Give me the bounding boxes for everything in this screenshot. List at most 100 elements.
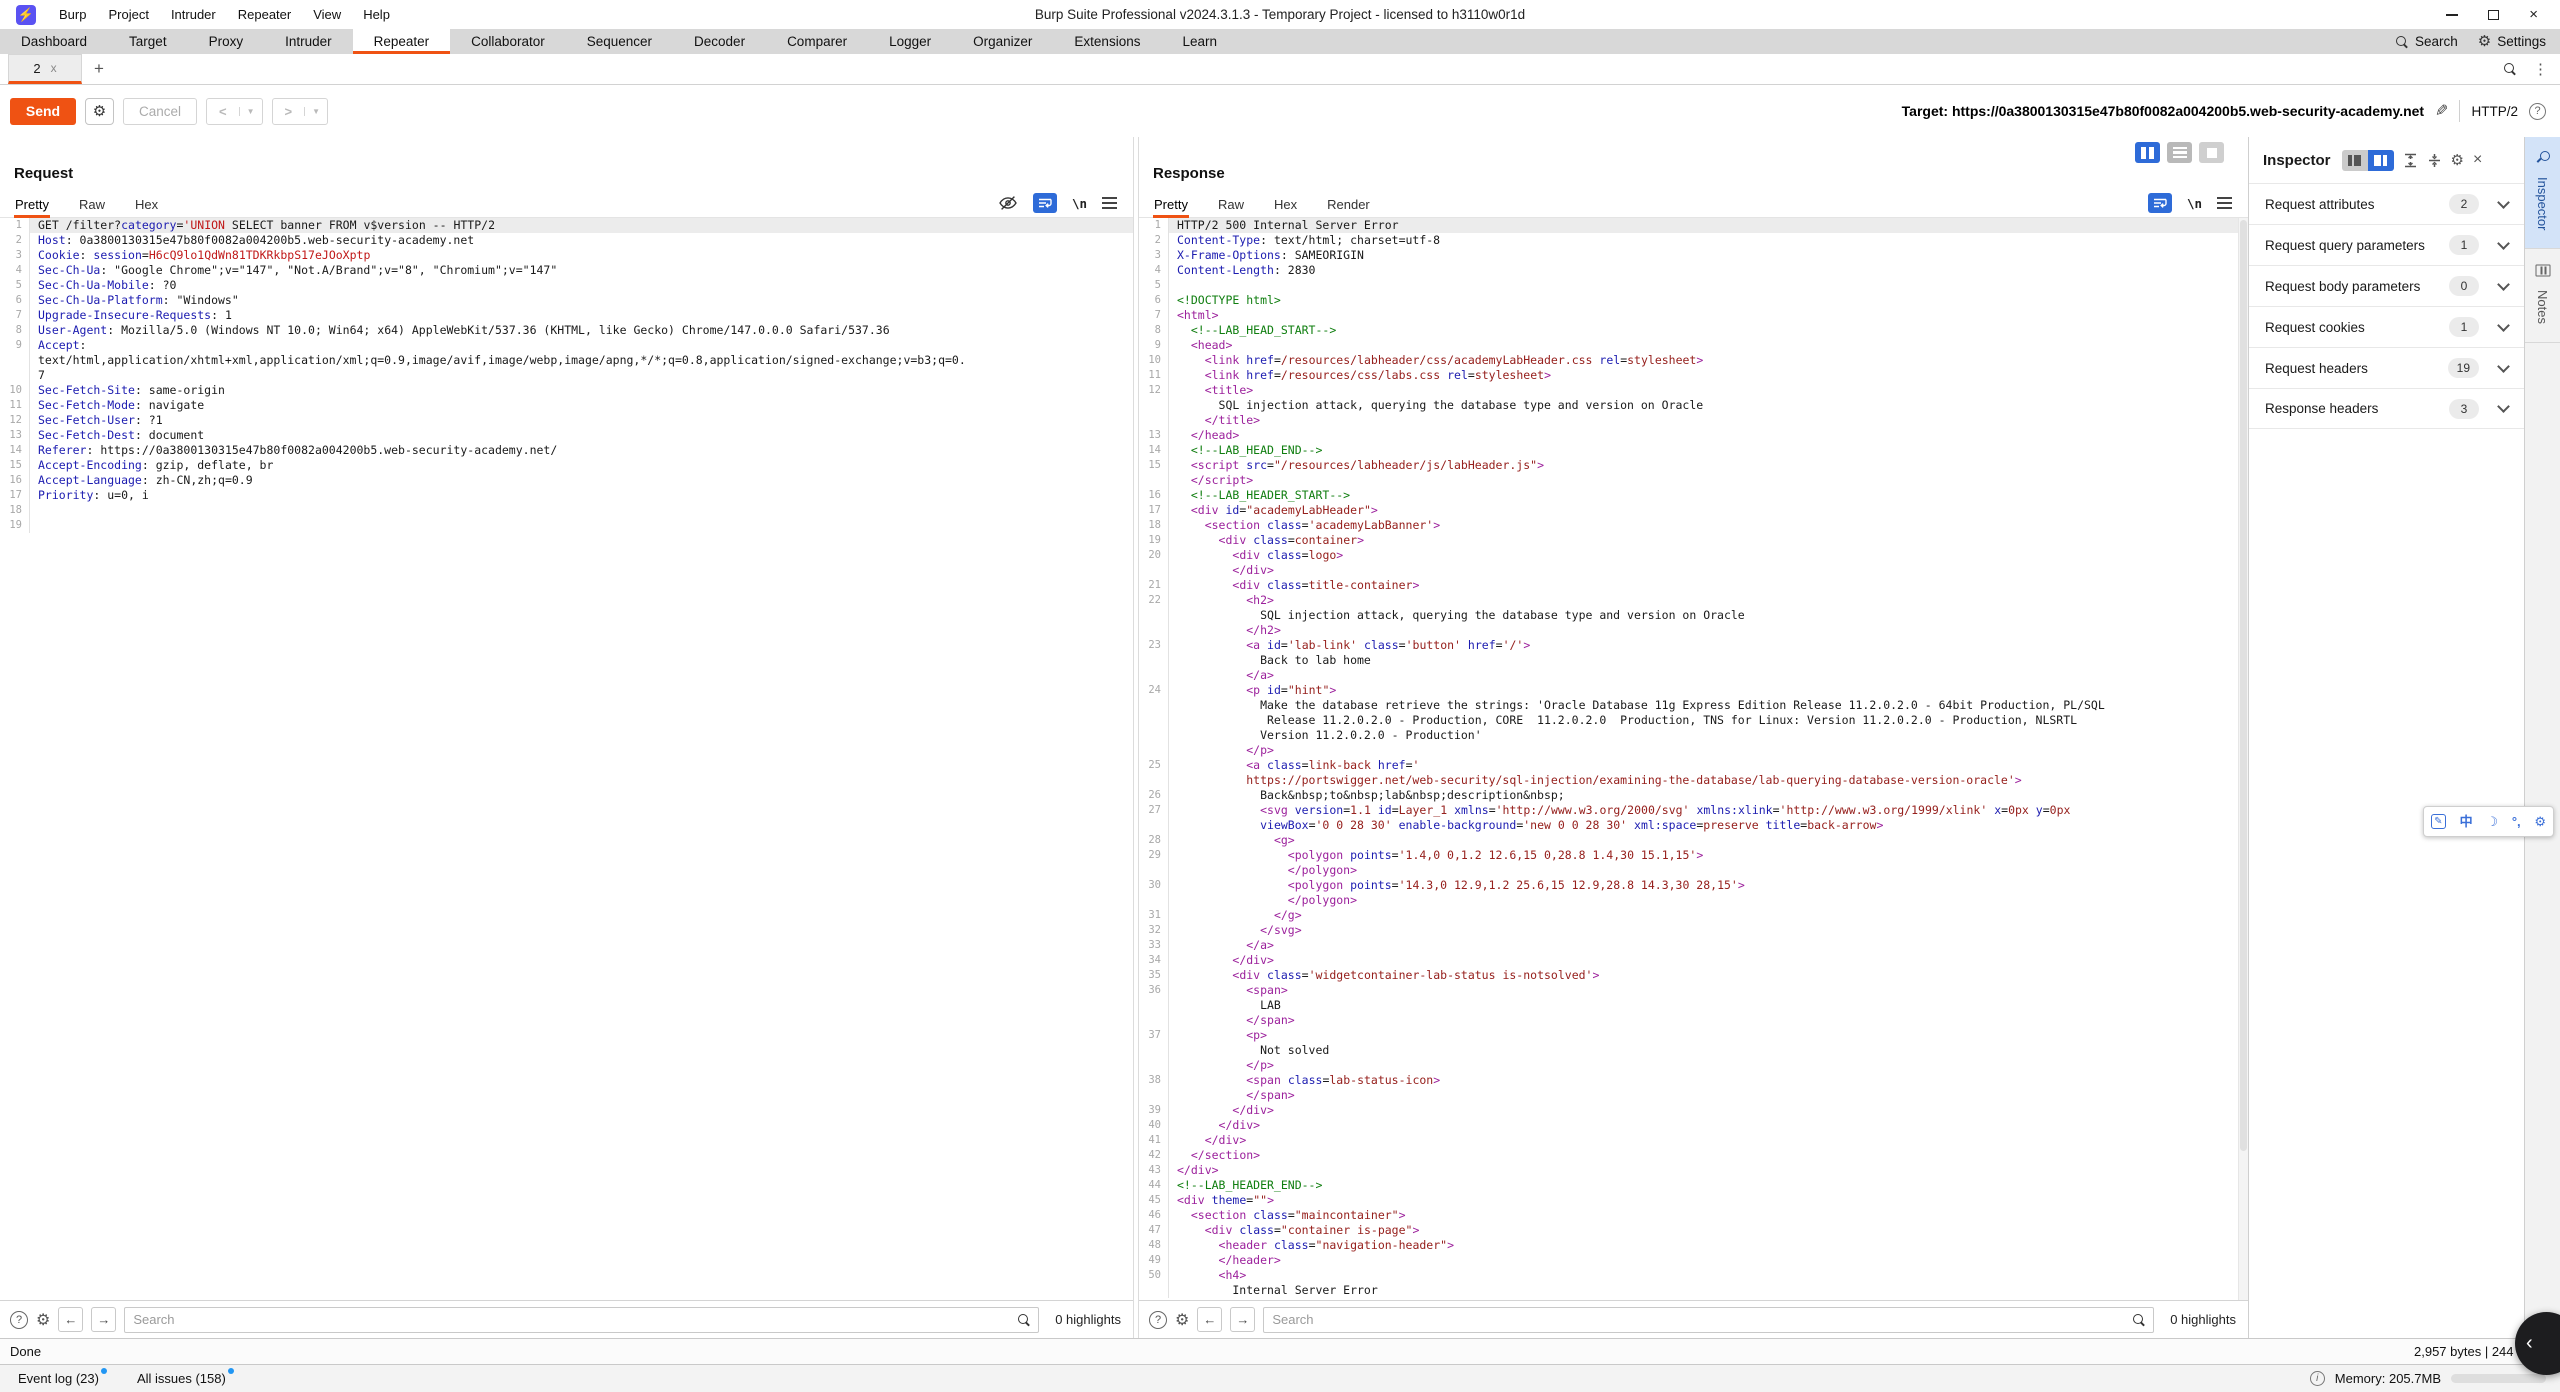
request-editor[interactable]: 1 GET /filter?category='UNION SELECT bann…: [0, 218, 1133, 1300]
show-newlines-toggle[interactable]: \n: [2187, 196, 2202, 211]
send-button[interactable]: Send: [10, 97, 76, 125]
rows-layout-icon[interactable]: [2167, 142, 2192, 163]
gear-icon[interactable]: ⚙: [2534, 815, 2546, 828]
response-tab-raw[interactable]: Raw: [1217, 192, 1245, 217]
help-icon[interactable]: [1149, 1310, 1167, 1329]
code-text: <link href=/resources/css/labs.css rel=s…: [1204, 368, 1551, 382]
menu-item-repeater[interactable]: Repeater: [229, 4, 300, 25]
response-tab-render[interactable]: Render: [1326, 192, 1371, 217]
chevron-down-icon[interactable]: [2497, 195, 2510, 209]
menu-item-burp[interactable]: Burp: [50, 4, 95, 25]
menu-item-view[interactable]: View: [304, 4, 350, 25]
inspector-section-request-cookies[interactable]: Request cookies 1: [2249, 306, 2524, 347]
inspector-section-response-headers[interactable]: Response headers 3: [2249, 388, 2524, 429]
prev-match-button[interactable]: ←: [1197, 1307, 1223, 1332]
menu-item-help[interactable]: Help: [354, 4, 399, 25]
close-tab-icon[interactable]: x: [51, 61, 57, 75]
help-icon[interactable]: [10, 1310, 28, 1329]
minimize-icon[interactable]: [2446, 13, 2459, 16]
show-newlines-toggle[interactable]: \n: [1072, 196, 1087, 211]
main-tab-dashboard[interactable]: Dashboard: [0, 29, 108, 54]
chevron-down-icon[interactable]: [2497, 318, 2510, 332]
main-tab-learn[interactable]: Learn: [1161, 29, 1238, 54]
response-tab-pretty[interactable]: Pretty: [1153, 192, 1189, 218]
main-tab-sequencer[interactable]: Sequencer: [566, 29, 673, 54]
repeater-tab-2[interactable]: 2 x: [8, 54, 82, 84]
request-tab-hex[interactable]: Hex: [134, 192, 159, 217]
search-input[interactable]: [1263, 1306, 2155, 1333]
close-icon[interactable]: ×: [2529, 7, 2538, 22]
all-issues-button[interactable]: All issues (158): [137, 1368, 234, 1386]
edit-target-icon[interactable]: ✎: [2435, 101, 2448, 121]
event-log-button[interactable]: Event log (23): [18, 1368, 107, 1386]
main-tab-logger[interactable]: Logger: [868, 29, 952, 54]
inspector-section-request-body-parameters[interactable]: Request body parameters 0: [2249, 265, 2524, 306]
menu-icon[interactable]: [2217, 197, 2232, 209]
gear-icon[interactable]: ⚙: [36, 1310, 50, 1330]
chinese-mode-icon[interactable]: 中: [2460, 815, 2473, 828]
help-icon[interactable]: [2529, 102, 2546, 120]
dock-tab-inspector[interactable]: Inspector: [2525, 137, 2560, 250]
search-icon[interactable]: [2503, 62, 2517, 76]
main-tab-target[interactable]: Target: [108, 29, 188, 54]
scrollbar-thumb[interactable]: [2240, 220, 2247, 1151]
main-tab-decoder[interactable]: Decoder: [673, 29, 766, 54]
main-tab-repeater[interactable]: Repeater: [352, 29, 451, 54]
more-options-icon[interactable]: ⋮: [2533, 60, 2548, 78]
response-editor[interactable]: 1 HTTP/2 500 Internal Server Error 2 Conten…: [1139, 218, 2248, 1300]
code-text: Cookie: session=H6cQ9lo1QdWn81TDKRkbpS17…: [38, 248, 371, 262]
response-tab-hex[interactable]: Hex: [1273, 192, 1298, 217]
hide-eye-icon[interactable]: [998, 195, 1018, 211]
inspector-section-request-headers[interactable]: Request headers 19: [2249, 347, 2524, 388]
main-tab-extensions[interactable]: Extensions: [1053, 29, 1161, 54]
soft-wrap-toggle[interactable]: [1032, 193, 1057, 213]
menu-item-project[interactable]: Project: [99, 4, 157, 25]
single-layout-icon[interactable]: [2199, 142, 2224, 163]
dock-tab-notes[interactable]: Notes: [2525, 249, 2560, 344]
chevron-down-icon[interactable]: [2497, 400, 2510, 413]
maximize-icon[interactable]: [2488, 9, 2500, 20]
history-forward-button[interactable]: > ▼: [271, 97, 329, 125]
chevron-down-icon[interactable]: [2497, 277, 2510, 291]
soft-wrap-toggle[interactable]: [2147, 193, 2172, 213]
main-tab-collaborator[interactable]: Collaborator: [450, 29, 566, 54]
scrollbar[interactable]: [2238, 218, 2248, 1300]
main-tab-intruder[interactable]: Intruder: [264, 29, 353, 54]
expand-all-icon[interactable]: [2403, 153, 2418, 168]
history-back-button[interactable]: < ▼: [206, 97, 263, 125]
dock-right-icon[interactable]: [2367, 149, 2394, 171]
request-tab-raw[interactable]: Raw: [78, 192, 106, 217]
main-tab-organizer[interactable]: Organizer: [952, 29, 1053, 54]
punctuation-icon[interactable]: °,: [2512, 815, 2521, 828]
gear-icon[interactable]: ⚙: [2451, 153, 2464, 168]
inspector-section-request-query-parameters[interactable]: Request query parameters 1: [2249, 224, 2524, 265]
cancel-button[interactable]: Cancel: [123, 97, 197, 125]
chevron-down-icon[interactable]: ▼: [238, 106, 262, 116]
close-icon[interactable]: ×: [2473, 151, 2482, 169]
prev-match-button[interactable]: ←: [58, 1307, 84, 1332]
line-number: [1139, 653, 1169, 668]
main-tab-comparer[interactable]: Comparer: [766, 29, 868, 54]
dock-left-icon[interactable]: [2341, 149, 2368, 171]
next-match-button[interactable]: →: [91, 1307, 117, 1332]
chevron-down-icon[interactable]: [2497, 359, 2510, 373]
chevron-down-icon[interactable]: [2497, 236, 2510, 250]
chevron-down-icon[interactable]: ▼: [304, 106, 327, 116]
send-settings-button[interactable]: ⚙: [85, 97, 114, 125]
search-input[interactable]: [124, 1306, 1040, 1333]
handwriting-icon[interactable]: ✎: [2430, 814, 2446, 829]
moon-icon[interactable]: ☽: [2486, 815, 2498, 828]
gear-icon[interactable]: ⚙: [1175, 1310, 1189, 1330]
menu-item-intruder[interactable]: Intruder: [162, 4, 225, 25]
columns-layout-icon[interactable]: [2135, 142, 2160, 163]
inspector-section-request-attributes[interactable]: Request attributes 2: [2249, 183, 2524, 224]
add-tab-button[interactable]: +: [82, 54, 116, 84]
request-tab-pretty[interactable]: Pretty: [14, 192, 50, 218]
line-number: 38: [1139, 1073, 1169, 1088]
settings-button[interactable]: ⚙ Settings: [2478, 34, 2546, 49]
collapse-all-icon[interactable]: [2427, 153, 2442, 168]
next-match-button[interactable]: →: [1230, 1307, 1256, 1332]
menu-icon[interactable]: [1102, 197, 1117, 209]
main-tab-proxy[interactable]: Proxy: [188, 29, 265, 54]
search-button[interactable]: Search: [2395, 34, 2458, 49]
